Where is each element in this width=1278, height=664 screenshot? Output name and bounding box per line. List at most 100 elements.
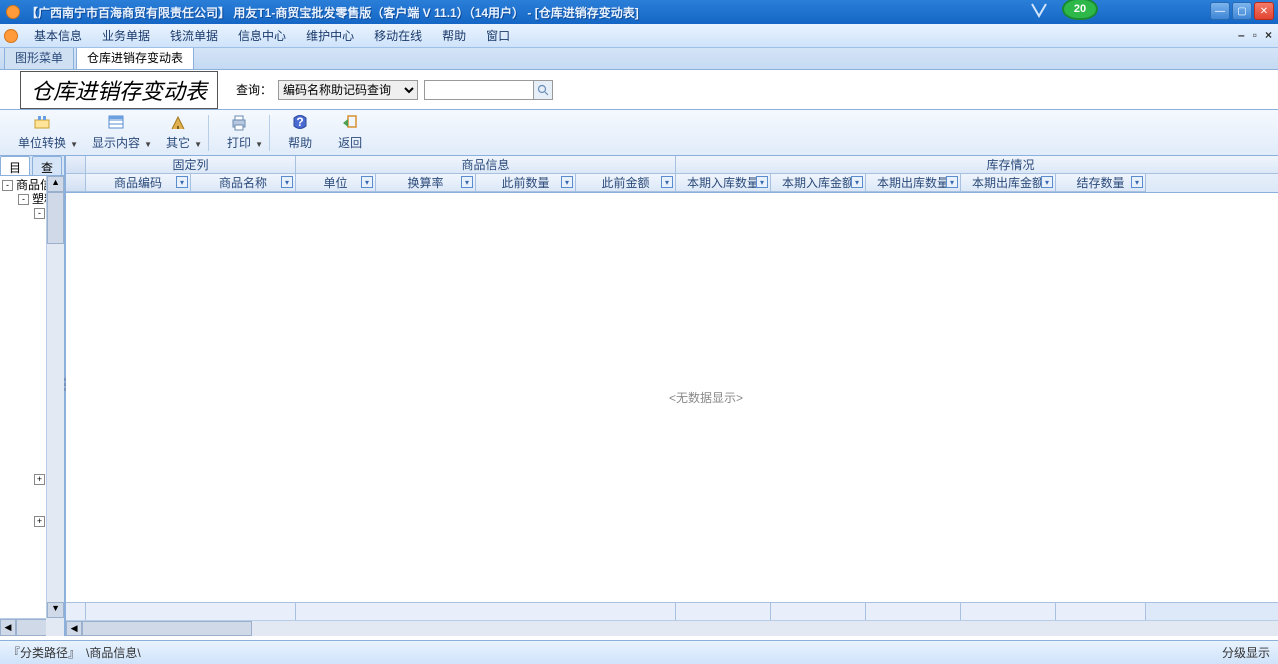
column-filter-button[interactable]: ▾ <box>561 176 573 188</box>
grid-column-header[interactable]: 换算率▾ <box>376 174 476 192</box>
tree-toggle[interactable]: - <box>2 180 13 191</box>
toolbar-unit-convert[interactable]: 单位转换▼ <box>8 112 76 153</box>
tree-node[interactable]: A-B-C-SA 扫刷类 <box>2 318 44 332</box>
column-filter-button[interactable]: ▾ <box>1131 176 1143 188</box>
column-filter-button[interactable]: ▾ <box>176 176 188 188</box>
close-button[interactable]: ✕ <box>1254 2 1274 20</box>
tree-node[interactable]: +盛永达 <box>2 514 44 528</box>
tree-toggle[interactable]: + <box>34 474 45 485</box>
status-display-mode[interactable]: 分级显示 <box>1222 644 1270 661</box>
tree-node[interactable]: -振兴 <box>2 206 44 220</box>
menu-item-5[interactable]: 移动在线 <box>364 25 432 46</box>
grid-column-header[interactable]: 本期入库数量▾ <box>676 174 771 192</box>
left-tab-0[interactable]: 目录 <box>0 156 30 175</box>
tree-node[interactable]: TP，WT 盆桶筛箩 <box>2 304 44 318</box>
tree-node[interactable]: C箱架类 <box>2 332 44 346</box>
column-filter-button[interactable]: ▾ <box>281 176 293 188</box>
notification-badge[interactable]: 20 <box>1062 0 1098 20</box>
grid-column-header[interactable]: 商品名称▾ <box>191 174 296 192</box>
tree-node[interactable]: BX-S-Z一次性用品 <box>2 220 44 234</box>
grid-column-header[interactable]: 本期出库金额▾ <box>961 174 1056 192</box>
mdi-close-button[interactable]: × <box>1265 28 1272 42</box>
toolbar-back[interactable]: 返回 <box>328 112 372 153</box>
scroll-down-button[interactable]: ▼ <box>47 602 64 618</box>
menu-item-0[interactable]: 基本信息 <box>24 25 92 46</box>
grid-scroll-left-button[interactable]: ◀ <box>66 621 82 636</box>
menu-item-3[interactable]: 信息中心 <box>228 25 296 46</box>
grid-column-header[interactable]: 本期出库数量▾ <box>866 174 961 192</box>
column-filter-button[interactable]: ▾ <box>946 176 958 188</box>
column-filter-button[interactable]: ▾ <box>851 176 863 188</box>
tree-node[interactable]: 万容 <box>2 528 44 542</box>
mdi-minimize-button[interactable]: – <box>1238 28 1245 42</box>
tree-node[interactable]: 雨竹 <box>2 444 44 458</box>
tree-node[interactable]: FE车缝类 <box>2 374 44 388</box>
tree-node[interactable]: 永利 <box>2 500 44 514</box>
toolbar-help[interactable]: ?帮助 <box>278 112 322 153</box>
menu-item-7[interactable]: 窗口 <box>476 25 520 46</box>
query-search-button[interactable] <box>533 80 553 100</box>
tree-node[interactable]: 飞鸿 <box>2 542 44 556</box>
menu-item-6[interactable]: 帮助 <box>432 25 476 46</box>
toolbar-other[interactable]: 其它▼ <box>156 112 200 153</box>
column-filter-button[interactable]: ▾ <box>1041 176 1053 188</box>
doc-tab-0[interactable]: 图形菜单 <box>4 45 74 69</box>
doc-tab-1[interactable]: 仓库进销存变动表 <box>76 45 194 69</box>
tree-node[interactable]: 顺胜 <box>2 430 44 444</box>
tree-node[interactable]: 佛山泰美 <box>2 598 44 612</box>
maximize-button[interactable]: ▢ <box>1232 2 1252 20</box>
grid-column-header[interactable]: 结存数量▾ <box>1056 174 1146 192</box>
tree-node[interactable]: 贝嘉 <box>2 486 44 500</box>
menu-bar: 基本信息业务单据钱流单据信息中心维护中心移动在线帮助窗口 – ▫ × <box>0 24 1278 48</box>
column-filter-button[interactable]: ▾ <box>756 176 768 188</box>
tree-node[interactable]: GA衣勾 <box>2 248 44 262</box>
grid-column-header[interactable]: 此前数量▾ <box>476 174 576 192</box>
tree-node[interactable]: +爱得利 <box>2 472 44 486</box>
column-filter-button[interactable]: ▾ <box>361 176 373 188</box>
scroll-left-button[interactable]: ◀ <box>0 619 16 636</box>
grid-footer-cell <box>296 603 676 620</box>
toolbar-print[interactable]: 打印▼ <box>217 112 261 153</box>
left-tab-1[interactable]: 查询条件 <box>32 156 62 175</box>
tree-node[interactable]: S-K-J-Z 竹木等 <box>2 360 44 374</box>
tree-node[interactable]: 新源 <box>2 458 44 472</box>
tree-node[interactable]: 台州黄岩永旭 <box>2 570 44 584</box>
grid-column-header[interactable]: 单位▾ <box>296 174 376 192</box>
tree-node[interactable]: 又壹点 <box>2 556 44 570</box>
tree-toggle[interactable]: - <box>34 208 45 219</box>
tree-node[interactable]: SJ-V-Z衣架,晒架 <box>2 290 44 304</box>
grid-column-header[interactable]: 此前金额▾ <box>576 174 676 192</box>
column-filter-button[interactable]: ▾ <box>461 176 473 188</box>
grid-column-header[interactable]: 本期入库金额▾ <box>771 174 866 192</box>
grid-column-header[interactable] <box>66 174 86 192</box>
query-mode-select[interactable]: 编码名称助记码查询 <box>278 80 418 100</box>
grid-hscroll-thumb[interactable] <box>82 621 252 636</box>
menu-item-1[interactable]: 业务单据 <box>92 25 160 46</box>
tree-node[interactable]: -塑料.日杂 <box>2 192 44 206</box>
grid-column-header[interactable]: 商品编码▾ <box>86 174 191 192</box>
tree-hscrollbar[interactable]: ◀ ▶ <box>0 618 46 636</box>
tree-node[interactable]: BF微波炉具,饭盒 <box>2 276 44 290</box>
tree-node[interactable]: -商品信息 <box>2 178 44 192</box>
mdi-restore-button[interactable]: ▫ <box>1253 28 1257 42</box>
grid-hscrollbar[interactable]: ◀ ▶ <box>66 620 1278 636</box>
scroll-up-button[interactable]: ▲ <box>47 176 64 192</box>
tree-node[interactable]: 圣象塑料 <box>2 584 44 598</box>
tree-node[interactable]: A-棉棒 <box>2 262 44 276</box>
menu-item-4[interactable]: 维护中心 <box>296 25 364 46</box>
tree-toggle[interactable]: + <box>34 516 45 527</box>
tree-toggle[interactable]: - <box>18 194 29 205</box>
menu-item-2[interactable]: 钱流单据 <box>160 25 228 46</box>
tree-node[interactable]: BP保温瓶,保鲜盒 <box>2 234 44 248</box>
tree-node[interactable]: YH-W 厨房类 <box>2 416 44 430</box>
column-filter-button[interactable]: ▾ <box>661 176 673 188</box>
tree-node[interactable]: SB 水具 <box>2 402 44 416</box>
category-tree[interactable]: -商品信息-塑料.日杂-振兴BX-S-Z一次性用品BP保温瓶,保鲜盒GA衣勾A-… <box>0 176 46 618</box>
tree-vscrollbar[interactable]: ▲ ▼ <box>46 176 64 618</box>
tree-node[interactable]: BX/收藏类 <box>2 388 44 402</box>
vscroll-thumb[interactable] <box>47 192 64 244</box>
minimize-button[interactable]: — <box>1210 2 1230 20</box>
toolbar-display-content[interactable]: 显示内容▼ <box>82 112 150 153</box>
tree-node[interactable]: Z-W-E纸篓 纸筒 <box>2 346 44 360</box>
query-input[interactable] <box>424 80 534 100</box>
